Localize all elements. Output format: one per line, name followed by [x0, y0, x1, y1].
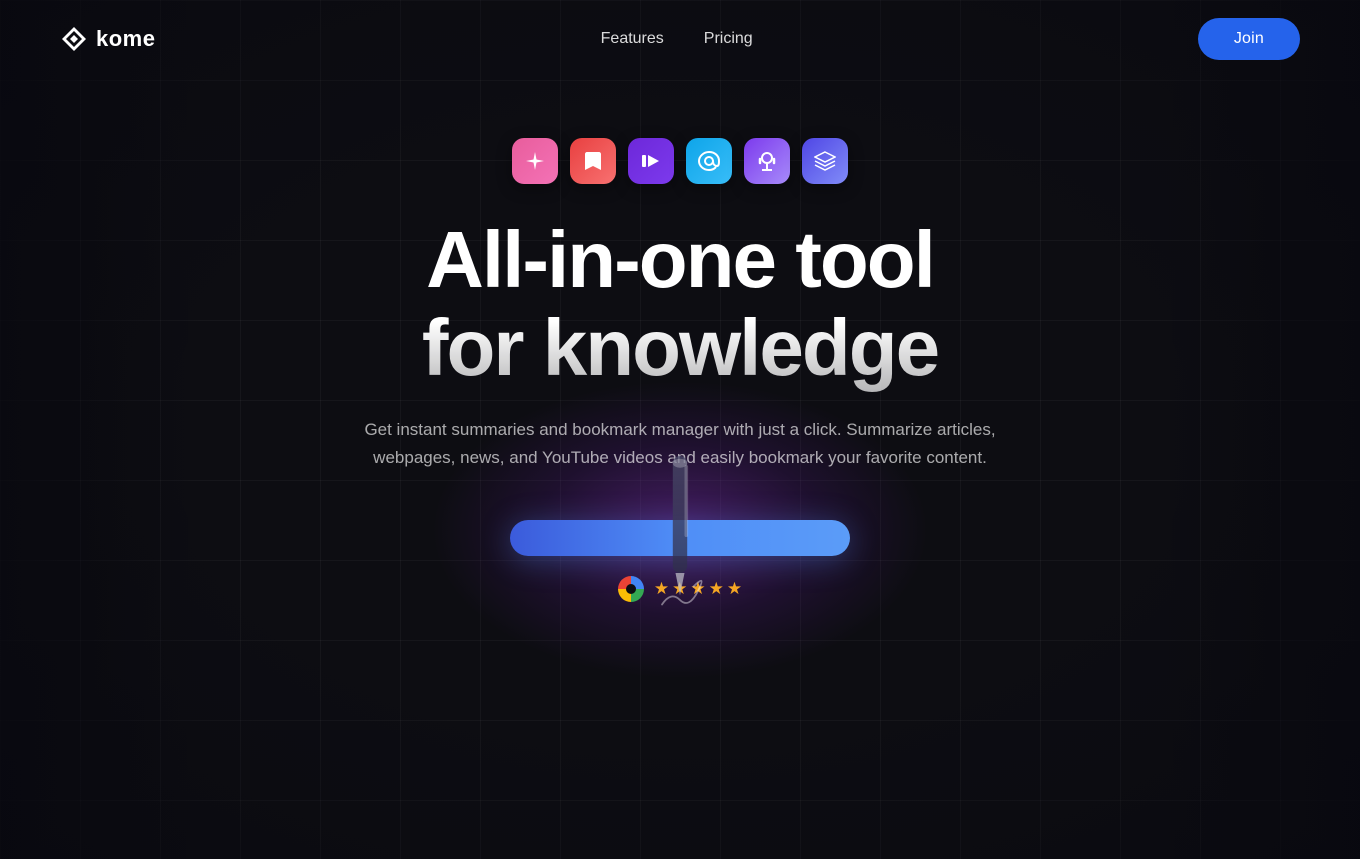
hero-section: All-in-one tool for knowledge Get instan…: [0, 78, 1360, 602]
app-icons-row: [512, 138, 848, 184]
logo-icon: [60, 25, 88, 53]
navbar: kome Features Pricing Join: [0, 0, 1360, 78]
nav-links: Features Pricing: [601, 30, 753, 48]
nav-pricing[interactable]: Pricing: [704, 30, 753, 48]
app-icon-sparkle: [512, 138, 558, 184]
nav-features[interactable]: Features: [601, 30, 664, 48]
app-icon-podcast: [744, 138, 790, 184]
app-icon-video: [628, 138, 674, 184]
app-icon-layers: [802, 138, 848, 184]
hero-title: All-in-one tool for knowledge: [422, 216, 938, 392]
logo-text: kome: [96, 26, 155, 52]
join-button[interactable]: Join: [1198, 18, 1300, 60]
app-icon-bookmark: [570, 138, 616, 184]
logo[interactable]: kome: [60, 25, 155, 53]
app-icon-at: [686, 138, 732, 184]
pen-illustration: [610, 447, 750, 632]
